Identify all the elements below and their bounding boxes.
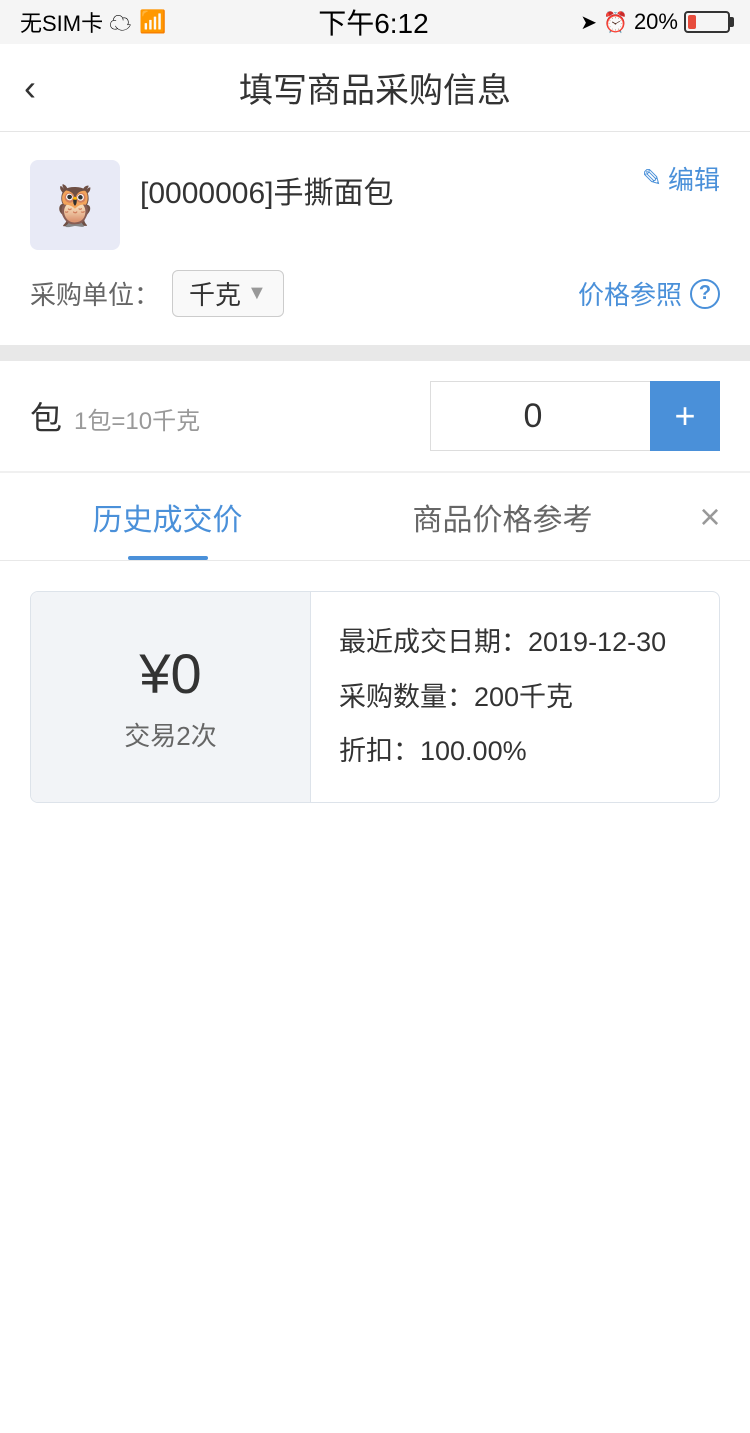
quantity-row: 包 1包=10千克 + bbox=[0, 361, 750, 471]
product-name: [0000006]手撕面包 bbox=[140, 160, 393, 212]
history-qty-row: 采购数量：200千克 bbox=[339, 677, 691, 718]
unit-left: 采购单位： 千克 ▼ bbox=[30, 270, 284, 317]
date-value: 2019-12-30 bbox=[528, 627, 666, 657]
status-bar: 无SIM卡 ☁ 📶 下午6:12 ➤ ⏰ 20% bbox=[0, 0, 750, 44]
unit-select[interactable]: 千克 ▼ bbox=[172, 270, 284, 317]
history-card: ¥0 交易2次 最近成交日期：2019-12-30 采购数量：200千克 折扣：… bbox=[30, 591, 720, 803]
edit-label: 编辑 bbox=[668, 160, 720, 197]
tab-history-price[interactable]: 历史成交价 bbox=[0, 473, 335, 560]
discount-value: 100.00% bbox=[420, 736, 527, 766]
price-ref-button[interactable]: 价格参照 ? bbox=[578, 275, 720, 312]
history-content: ¥0 交易2次 最近成交日期：2019-12-30 采购数量：200千克 折扣：… bbox=[0, 561, 750, 833]
status-right: ➤ ⏰ 20% bbox=[580, 9, 730, 35]
status-left: 无SIM卡 ☁ 📶 bbox=[20, 6, 167, 38]
battery-percent: 20% bbox=[634, 9, 678, 35]
status-time: 下午6:12 bbox=[318, 2, 429, 42]
date-label: 最近成交日期： bbox=[339, 627, 528, 657]
edit-icon: ✎ bbox=[642, 164, 662, 193]
wifi-icon: 📶 bbox=[139, 9, 166, 35]
dropdown-arrow-icon: ▼ bbox=[247, 282, 267, 305]
location-icon: ➤ bbox=[580, 10, 597, 35]
section-divider bbox=[0, 345, 750, 361]
alarm-icon: ⏰ bbox=[603, 10, 628, 35]
history-card-left: ¥0 交易2次 bbox=[31, 592, 311, 802]
qty-label: 采购数量： bbox=[339, 682, 474, 712]
discount-label: 折扣： bbox=[339, 736, 420, 766]
battery-icon bbox=[684, 11, 730, 33]
product-thumbnail: 🦉 bbox=[30, 160, 120, 250]
edit-button[interactable]: ✎ 编辑 bbox=[642, 160, 720, 197]
qty-value: 200千克 bbox=[474, 682, 573, 712]
tabs-row: 历史成交价 商品价格参考 × bbox=[0, 473, 750, 561]
qty-label-group: 包 1包=10千克 bbox=[30, 393, 200, 439]
history-card-right: 最近成交日期：2019-12-30 采购数量：200千克 折扣：100.00% bbox=[311, 592, 719, 802]
history-transactions: 交易2次 bbox=[124, 716, 216, 753]
history-price: ¥0 bbox=[139, 641, 201, 706]
qty-unit: 包 bbox=[30, 393, 62, 439]
tab-price-reference[interactable]: 商品价格参考 bbox=[335, 473, 670, 560]
tab-price-ref-label: 商品价格参考 bbox=[413, 495, 593, 539]
qty-input-group: + bbox=[430, 381, 720, 451]
product-left: 🦉 [0000006]手撕面包 bbox=[30, 160, 393, 250]
unit-label: 采购单位： bbox=[30, 275, 160, 312]
qty-subtext: 1包=10千克 bbox=[74, 401, 200, 436]
product-unit-row: 采购单位： 千克 ▼ 价格参照 ? bbox=[30, 270, 720, 317]
back-button[interactable]: ‹ bbox=[24, 67, 36, 109]
help-circle-icon: ? bbox=[690, 279, 720, 309]
unit-value: 千克 bbox=[189, 275, 241, 312]
product-image-icon: 🦉 bbox=[50, 182, 100, 229]
qty-input[interactable] bbox=[430, 381, 650, 451]
price-ref-label: 价格参照 bbox=[578, 275, 682, 312]
history-date-row: 最近成交日期：2019-12-30 bbox=[339, 622, 691, 663]
tab-history-label: 历史成交价 bbox=[93, 495, 243, 539]
main-background bbox=[0, 833, 750, 1433]
carrier-text: 无SIM卡 ☁ bbox=[20, 6, 131, 38]
history-discount-row: 折扣：100.00% bbox=[339, 731, 691, 772]
product-card: 🦉 [0000006]手撕面包 ✎ 编辑 采购单位： 千克 ▼ 价格参照 ? bbox=[0, 132, 750, 345]
bottom-panel: 历史成交价 商品价格参考 × ¥0 交易2次 最近成交日期：2019-12-30… bbox=[0, 471, 750, 833]
qty-plus-button[interactable]: + bbox=[650, 381, 720, 451]
header: ‹ 填写商品采购信息 bbox=[0, 44, 750, 132]
page-title: 填写商品采购信息 bbox=[239, 63, 511, 112]
product-top: 🦉 [0000006]手撕面包 ✎ 编辑 bbox=[30, 160, 720, 250]
close-button[interactable]: × bbox=[670, 473, 750, 561]
